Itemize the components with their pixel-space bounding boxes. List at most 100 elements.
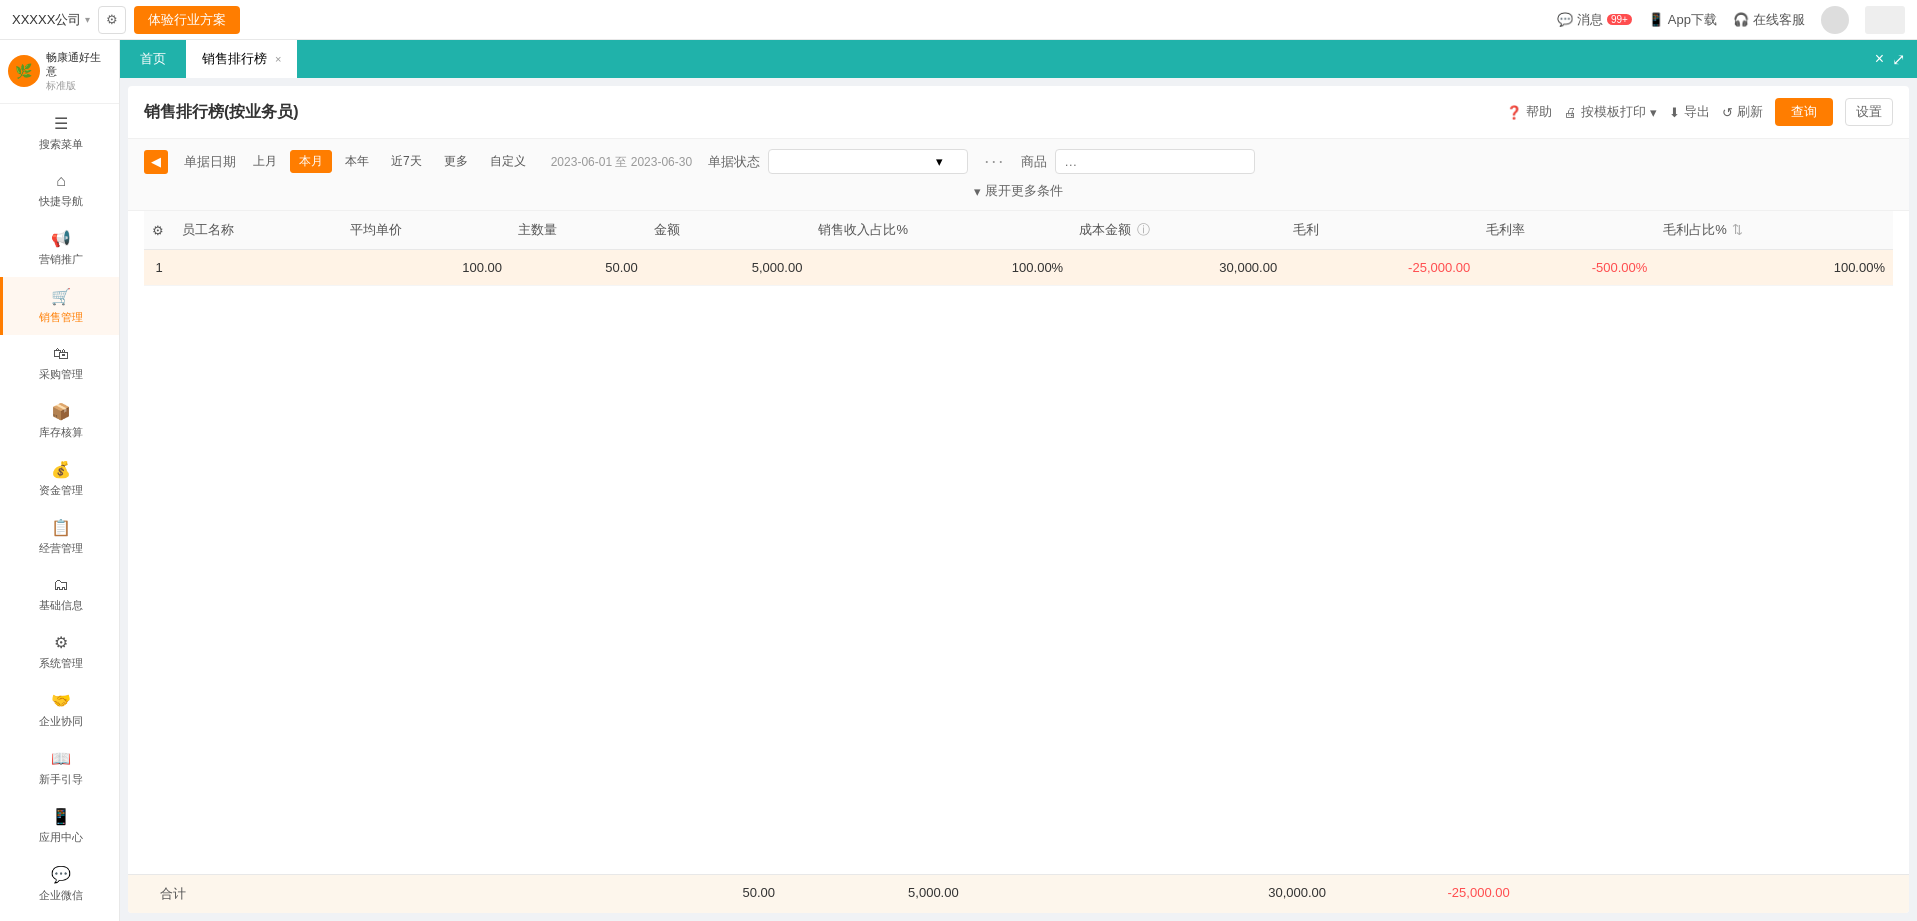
footer-staff — [232, 885, 416, 903]
tab-close-icon[interactable]: × — [275, 53, 281, 65]
messages-button[interactable]: 💬 消息 99+ — [1557, 11, 1632, 29]
cost-info-icon[interactable]: ⓘ — [1137, 222, 1150, 237]
filter-expand-row: ▾ 展开更多条件 — [144, 182, 1893, 200]
inventory-icon: 📦 — [51, 402, 71, 421]
app-download-button[interactable]: 📱 App下载 — [1648, 11, 1717, 29]
goods-filter-group: 商品 — [1021, 149, 1255, 174]
setting-button[interactable]: 设置 — [1845, 98, 1893, 126]
app-download-icon: 📱 — [1648, 12, 1664, 27]
guide-icon: 📖 — [51, 749, 71, 768]
sidebar-item-purchase-mgmt[interactable]: 🛍 采购管理 — [0, 335, 119, 392]
profit-pct-sort-icon[interactable]: ⇅ — [1732, 222, 1743, 237]
trial-industry-button[interactable]: 体验行业方案 — [134, 6, 240, 34]
filter-collapse-button[interactable]: ◀ — [144, 150, 168, 174]
window-close-button[interactable]: × — [1875, 50, 1884, 68]
sidebar-item-enterprise-coop[interactable]: 🤝 企业协同 — [0, 681, 119, 739]
col-amount: 金额 — [646, 211, 811, 250]
template-print-button[interactable]: 🖨 按模板打印 ▾ — [1564, 103, 1657, 121]
query-button[interactable]: 查询 — [1775, 98, 1833, 126]
date-opt-last-month[interactable]: 上月 — [244, 150, 286, 173]
date-opt-7days[interactable]: 近7天 — [382, 150, 431, 173]
sidebar-item-enterprise-wechat[interactable]: 💬 企业微信 — [0, 855, 119, 913]
col-settings[interactable]: ⚙ — [144, 211, 174, 250]
sidebar-item-newbie-guide[interactable]: 📖 新手引导 — [0, 739, 119, 797]
page-title: 销售排行榜(按业务员) — [144, 102, 299, 123]
sidebar-item-biz-mgmt[interactable]: 📋 经营管理 — [0, 508, 119, 566]
app-download-label: App下载 — [1668, 11, 1717, 29]
sidebar-item-inventory[interactable]: 📦 库存核算 — [0, 392, 119, 450]
expand-conditions-button[interactable]: ▾ 展开更多条件 — [974, 182, 1063, 200]
date-range-display: 2023-06-01 至 2023-06-30 — [551, 154, 692, 171]
top-right-actions: 💬 消息 99+ 📱 App下载 🎧 在线客服 — [1557, 6, 1905, 34]
footer-profit: -25,000.00 — [1334, 885, 1518, 903]
sidebar-item-label: 系统管理 — [39, 656, 83, 671]
logo-area: 🌿 畅康通好生意 标准版 — [0, 40, 119, 104]
tab-home[interactable]: 首页 — [120, 40, 186, 78]
sidebar-item-label: 企业微信 — [39, 888, 83, 903]
page-actions: ❓ 帮助 🖨 按模板打印 ▾ ⬇ 导出 ↺ 刷新 — [1506, 98, 1893, 126]
col-cost: 成本金额 ⓘ — [1071, 211, 1285, 250]
cell-cost: 30,000.00 — [1071, 250, 1285, 286]
footer-cost: 30,000.00 — [1150, 885, 1334, 903]
sidebar-item-label: 企业协同 — [39, 714, 83, 729]
sidebar-item-capital-mgmt[interactable]: 💰 资金管理 — [0, 450, 119, 508]
col-profit-rate: 毛利率 — [1478, 211, 1655, 250]
help-label: 帮助 — [1526, 103, 1552, 121]
top-bar: XXXXX公司 ▾ ⚙ 体验行业方案 💬 消息 99+ 📱 App下载 🎧 在线… — [0, 0, 1917, 40]
sidebar-item-quick-nav[interactable]: ⌂ 快捷导航 — [0, 162, 119, 219]
logo-sub: 标准版 — [46, 79, 111, 93]
cell-profit-pct: 100.00% — [1655, 250, 1893, 286]
sidebar-item-base-info[interactable]: 🗂 基础信息 — [0, 566, 119, 623]
date-opt-this-year[interactable]: 本年 — [336, 150, 378, 173]
dropdown-icon: ▾ — [1650, 105, 1657, 120]
company-name: XXXXX公司 — [12, 11, 81, 29]
date-options: 上月 本月 本年 近7天 更多 自定义 — [244, 150, 535, 173]
date-opt-custom[interactable]: 自定义 — [481, 150, 535, 173]
sidebar-item-label: 销售管理 — [39, 310, 83, 325]
more-options-icon[interactable]: ··· — [984, 151, 1005, 172]
company-selector[interactable]: XXXXX公司 ▾ — [12, 11, 90, 29]
sidebar-item-marketing[interactable]: 📢 营销推广 — [0, 219, 119, 277]
company-settings-button[interactable]: ⚙ — [98, 6, 126, 34]
window-expand-button[interactable]: ⤢ — [1892, 50, 1905, 69]
export-button[interactable]: ⬇ 导出 — [1669, 103, 1710, 121]
search-order-icon: ☰ — [54, 114, 68, 133]
coop-icon: 🤝 — [51, 691, 71, 710]
sidebar-item-search-order[interactable]: ☰ 搜索菜单 — [0, 104, 119, 162]
online-service-button[interactable]: 🎧 在线客服 — [1733, 11, 1805, 29]
table-footer: 合计 50.00 5,000.00 30,000.00 -25,000.00 — [128, 874, 1909, 913]
footer-profit-rate — [1518, 885, 1702, 903]
export-icon: ⬇ — [1669, 105, 1680, 120]
avatar[interactable] — [1821, 6, 1849, 34]
refresh-icon: ↺ — [1722, 105, 1733, 120]
app-center-icon: 📱 — [51, 807, 71, 826]
sidebar-item-app-center[interactable]: 📱 应用中心 — [0, 797, 119, 855]
cell-revenue-pct: 100.00% — [810, 250, 1071, 286]
template-print-label: 按模板打印 — [1581, 103, 1646, 121]
goods-label: 商品 — [1021, 153, 1047, 171]
cell-profit-rate: -500.00% — [1478, 250, 1655, 286]
footer-qty: 50.00 — [599, 885, 783, 903]
help-button[interactable]: ❓ 帮助 — [1506, 103, 1552, 121]
col-qty: 主数量 — [510, 211, 646, 250]
goods-input[interactable] — [1055, 149, 1255, 174]
main-layout: 🌿 畅康通好生意 标准版 ☰ 搜索菜单 ⌂ 快捷导航 📢 营销推广 🛒 销售管理… — [0, 40, 1917, 921]
sidebar-item-vip-member[interactable]: V 畅会员 — [0, 913, 119, 921]
username-area[interactable] — [1865, 6, 1905, 34]
expand-icon: ▾ — [974, 184, 981, 199]
date-opt-this-month[interactable]: 本月 — [290, 150, 332, 173]
online-service-label: 在线客服 — [1753, 11, 1805, 29]
sidebar-item-label: 营销推广 — [39, 252, 83, 267]
cell-staff-name — [174, 250, 342, 286]
col-profit-pct: 毛利占比% ⇅ — [1655, 211, 1893, 250]
sidebar-item-label: 基础信息 — [39, 598, 83, 613]
sidebar-item-sales-mgmt[interactable]: 🛒 销售管理 — [0, 277, 119, 335]
page-header: 销售排行榜(按业务员) ❓ 帮助 🖨 按模板打印 ▾ ⬇ 导出 — [128, 86, 1909, 139]
status-select[interactable]: ▾ — [768, 149, 968, 174]
refresh-button[interactable]: ↺ 刷新 — [1722, 103, 1763, 121]
sidebar-item-sys-mgmt[interactable]: ⚙ 系统管理 — [0, 623, 119, 681]
date-filter-label: 单据日期 — [184, 153, 236, 171]
tab-sales-rank[interactable]: 销售排行榜 × — [186, 40, 297, 78]
date-opt-more[interactable]: 更多 — [435, 150, 477, 173]
col-profit: 毛利 — [1285, 211, 1478, 250]
